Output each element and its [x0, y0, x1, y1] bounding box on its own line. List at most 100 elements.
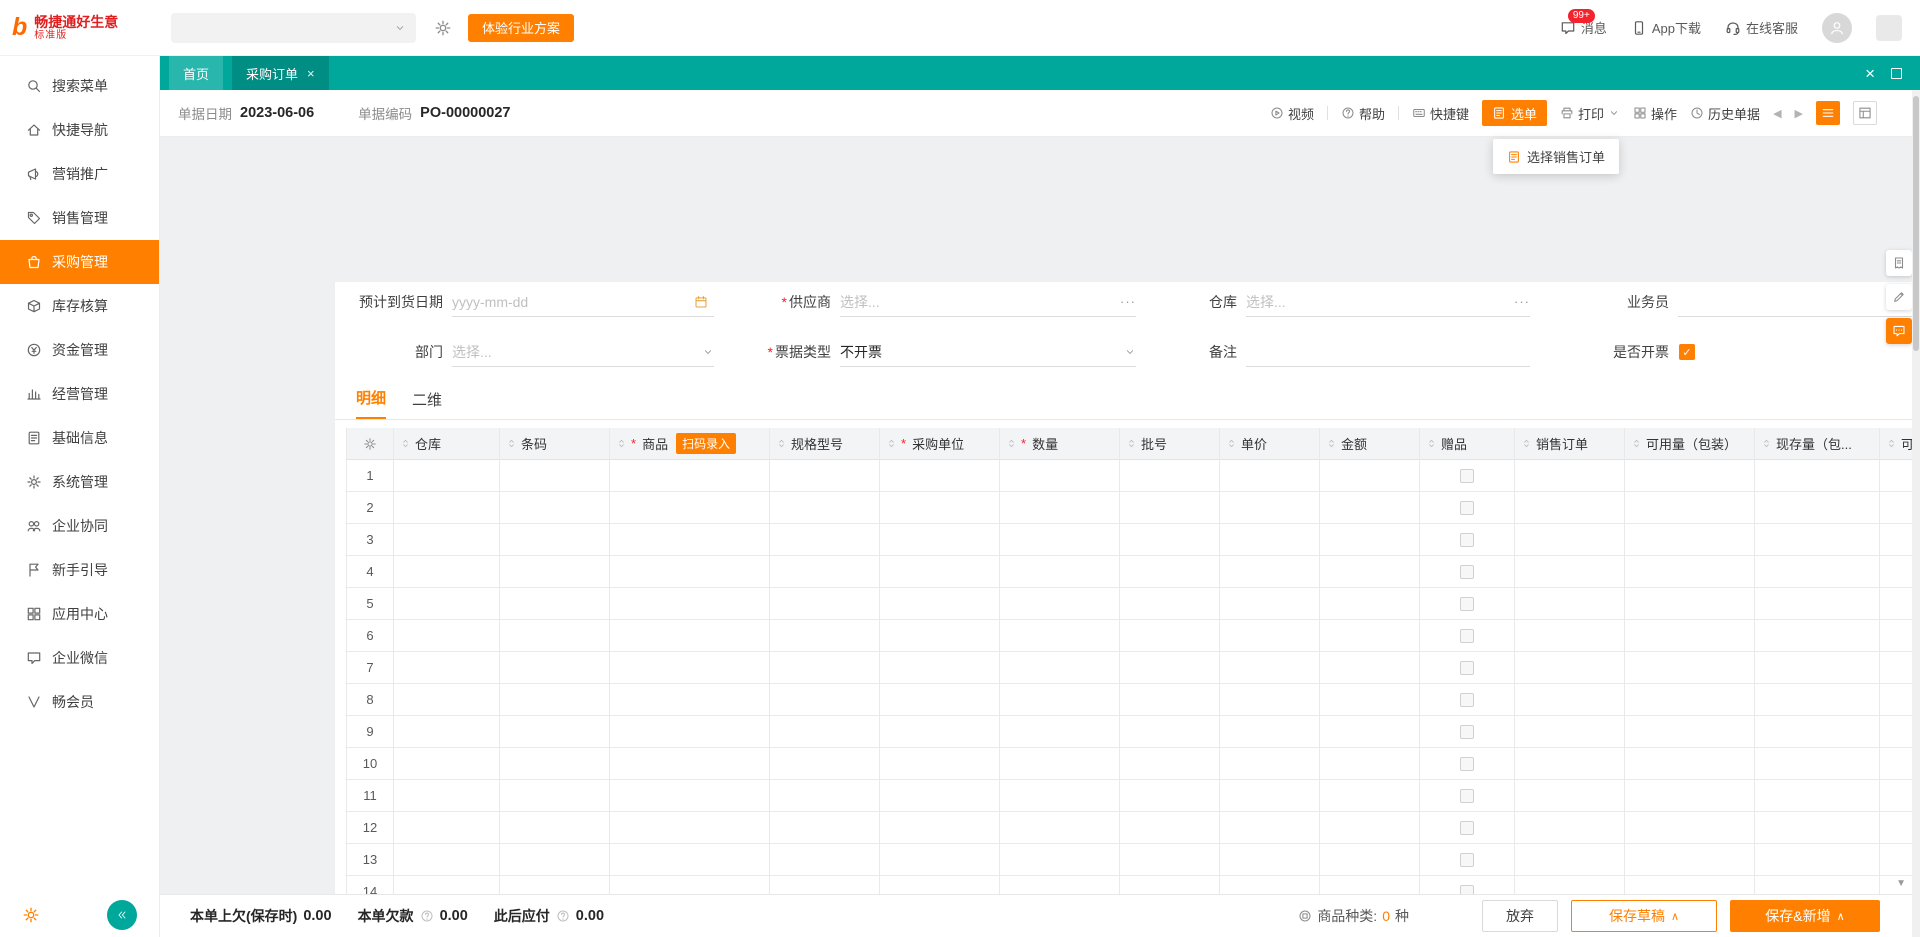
prev-doc-arrow[interactable]: ◀ [1773, 107, 1781, 120]
gift-checkbox[interactable] [1460, 468, 1474, 483]
gift-checkbox[interactable] [1460, 820, 1474, 835]
save-draft-button[interactable]: 保存草稿 ∧ [1571, 900, 1717, 932]
question-circle-icon[interactable] [420, 909, 434, 923]
gift-checkbox[interactable] [1460, 692, 1474, 707]
remark-input[interactable] [1246, 337, 1530, 367]
grid-view-toggle[interactable] [1853, 101, 1877, 125]
sidebar-item-search[interactable]: 搜索菜单 [0, 64, 159, 108]
tab-close-icon[interactable]: × [307, 66, 315, 81]
dept-input[interactable] [452, 336, 702, 367]
pick-order-button[interactable]: 选单 [1482, 100, 1548, 126]
chevron-down-icon[interactable] [394, 22, 406, 34]
gift-checkbox[interactable] [1460, 756, 1474, 771]
tab-detail[interactable]: 明细 [356, 387, 387, 419]
invoice-flag-checkbox[interactable]: ✓ [1679, 344, 1695, 360]
edit-tool-button[interactable] [1886, 284, 1912, 310]
sidebar-collapse-button[interactable] [107, 900, 137, 930]
messages-button[interactable]: 99+ 消息 [1560, 9, 1607, 37]
sidebar-item-info[interactable]: 基础信息 [0, 416, 159, 460]
invoice-type-select[interactable]: 不开票 [840, 337, 1136, 367]
gift-checkbox[interactable] [1460, 724, 1474, 739]
salesman-input[interactable] [1678, 286, 1920, 317]
column-settings-icon[interactable] [363, 437, 377, 451]
sidebar-item-money[interactable]: 资金管理 [0, 328, 159, 372]
print-button[interactable]: 打印 [1560, 104, 1620, 123]
gift-checkbox[interactable] [1460, 564, 1474, 579]
sidebar-item-guide[interactable]: 新手引导 [0, 548, 159, 592]
tab-purchase-order[interactable]: 采购订单 × [232, 56, 329, 90]
column-sort-icon[interactable] [1006, 438, 1017, 449]
app-download-button[interactable]: App下载 [1631, 18, 1701, 37]
sidebar-settings-icon[interactable] [22, 906, 40, 924]
scan-entry-button[interactable]: 扫码录入 [676, 433, 737, 454]
secondary-avatar[interactable] [1876, 14, 1902, 41]
column-sort-icon[interactable] [776, 438, 787, 449]
tab-home[interactable]: 首页 [169, 56, 224, 90]
warehouse-input[interactable] [1246, 286, 1510, 317]
column-sort-icon[interactable] [1761, 438, 1772, 449]
sidebar-item-megaphone[interactable]: 营销推广 [0, 152, 159, 196]
online-service-button[interactable]: 在线客服 [1725, 18, 1798, 37]
tab-dimension[interactable]: 二维 [412, 389, 442, 419]
sidebar-item-home[interactable]: 快捷导航 [0, 108, 159, 152]
sidebar-item-apps[interactable]: 应用中心 [0, 592, 159, 636]
vertical-scrollbar-thumb[interactable] [1913, 96, 1919, 351]
service-tool-button[interactable] [1886, 318, 1912, 344]
trial-solution-button[interactable]: 体验行业方案 [468, 13, 575, 42]
scroll-down-hint-icon[interactable]: ▼ [1896, 878, 1906, 889]
column-sort-icon[interactable] [1521, 438, 1532, 449]
gift-checkbox[interactable] [1460, 660, 1474, 675]
hotkey-button[interactable]: 快捷键 [1412, 104, 1469, 123]
column-sort-icon[interactable] [886, 438, 897, 449]
save-and-new-button[interactable]: 保存&新增 ∧ [1730, 900, 1880, 932]
chevron-down-icon[interactable] [1124, 346, 1136, 358]
notes-tool-button[interactable] [1886, 250, 1912, 276]
column-sort-icon[interactable] [400, 438, 411, 449]
sidebar-item-business[interactable]: 经营管理 [0, 372, 159, 416]
column-sort-icon[interactable] [1886, 438, 1897, 449]
supplier-picker-icon[interactable]: ··· [1116, 294, 1136, 309]
column-sort-icon[interactable] [506, 438, 517, 449]
next-doc-arrow[interactable]: ▶ [1795, 107, 1803, 120]
gift-checkbox[interactable] [1460, 852, 1474, 867]
warehouse-picker-icon[interactable]: ··· [1510, 294, 1530, 309]
supplier-select[interactable]: ··· [840, 286, 1136, 317]
chevron-down-icon[interactable] [702, 346, 714, 358]
gift-checkbox[interactable] [1460, 532, 1474, 547]
supplier-input[interactable] [840, 286, 1116, 317]
column-sort-icon[interactable] [616, 438, 627, 449]
fullscreen-icon[interactable] [1891, 67, 1902, 79]
column-sort-icon[interactable] [1126, 438, 1137, 449]
sidebar-item-purchase[interactable]: 采购管理 [0, 240, 159, 284]
list-view-toggle[interactable] [1816, 101, 1840, 125]
column-sort-icon[interactable] [1226, 438, 1237, 449]
doc-date-value[interactable]: 2023-06-06 [240, 105, 314, 121]
sidebar-item-collab[interactable]: 企业协同 [0, 504, 159, 548]
gift-checkbox[interactable] [1460, 628, 1474, 643]
video-button[interactable]: 视频 [1270, 104, 1314, 123]
column-sort-icon[interactable] [1426, 438, 1437, 449]
help-button[interactable]: 帮助 [1341, 104, 1385, 123]
operations-button[interactable]: 操作 [1633, 104, 1677, 123]
question-circle-icon[interactable] [556, 909, 570, 923]
sidebar-item-inventory[interactable]: 库存核算 [0, 284, 159, 328]
sidebar-item-member[interactable]: 畅会员 [0, 680, 159, 724]
expect-date-input[interactable] [452, 287, 714, 317]
close-all-tabs-icon[interactable]: × [1865, 65, 1875, 82]
cancel-button[interactable]: 放弃 [1482, 900, 1558, 932]
user-avatar[interactable] [1822, 12, 1852, 43]
column-sort-icon[interactable] [1631, 438, 1642, 449]
sidebar-item-sale[interactable]: 销售管理 [0, 196, 159, 240]
gift-checkbox[interactable] [1460, 788, 1474, 803]
pick-sales-order-popup[interactable]: 选择销售订单 [1493, 139, 1620, 174]
gift-checkbox[interactable] [1460, 596, 1474, 611]
dept-select[interactable] [452, 336, 714, 367]
sidebar-item-wechat[interactable]: 企业微信 [0, 636, 159, 680]
global-search[interactable] [171, 12, 416, 43]
header-gear-icon[interactable] [434, 19, 452, 37]
sidebar-item-system[interactable]: 系统管理 [0, 460, 159, 504]
gift-checkbox[interactable] [1460, 500, 1474, 515]
history-button[interactable]: 历史单据 [1690, 104, 1760, 123]
salesman-select[interactable]: ··· [1678, 286, 1920, 317]
column-sort-icon[interactable] [1326, 438, 1337, 449]
